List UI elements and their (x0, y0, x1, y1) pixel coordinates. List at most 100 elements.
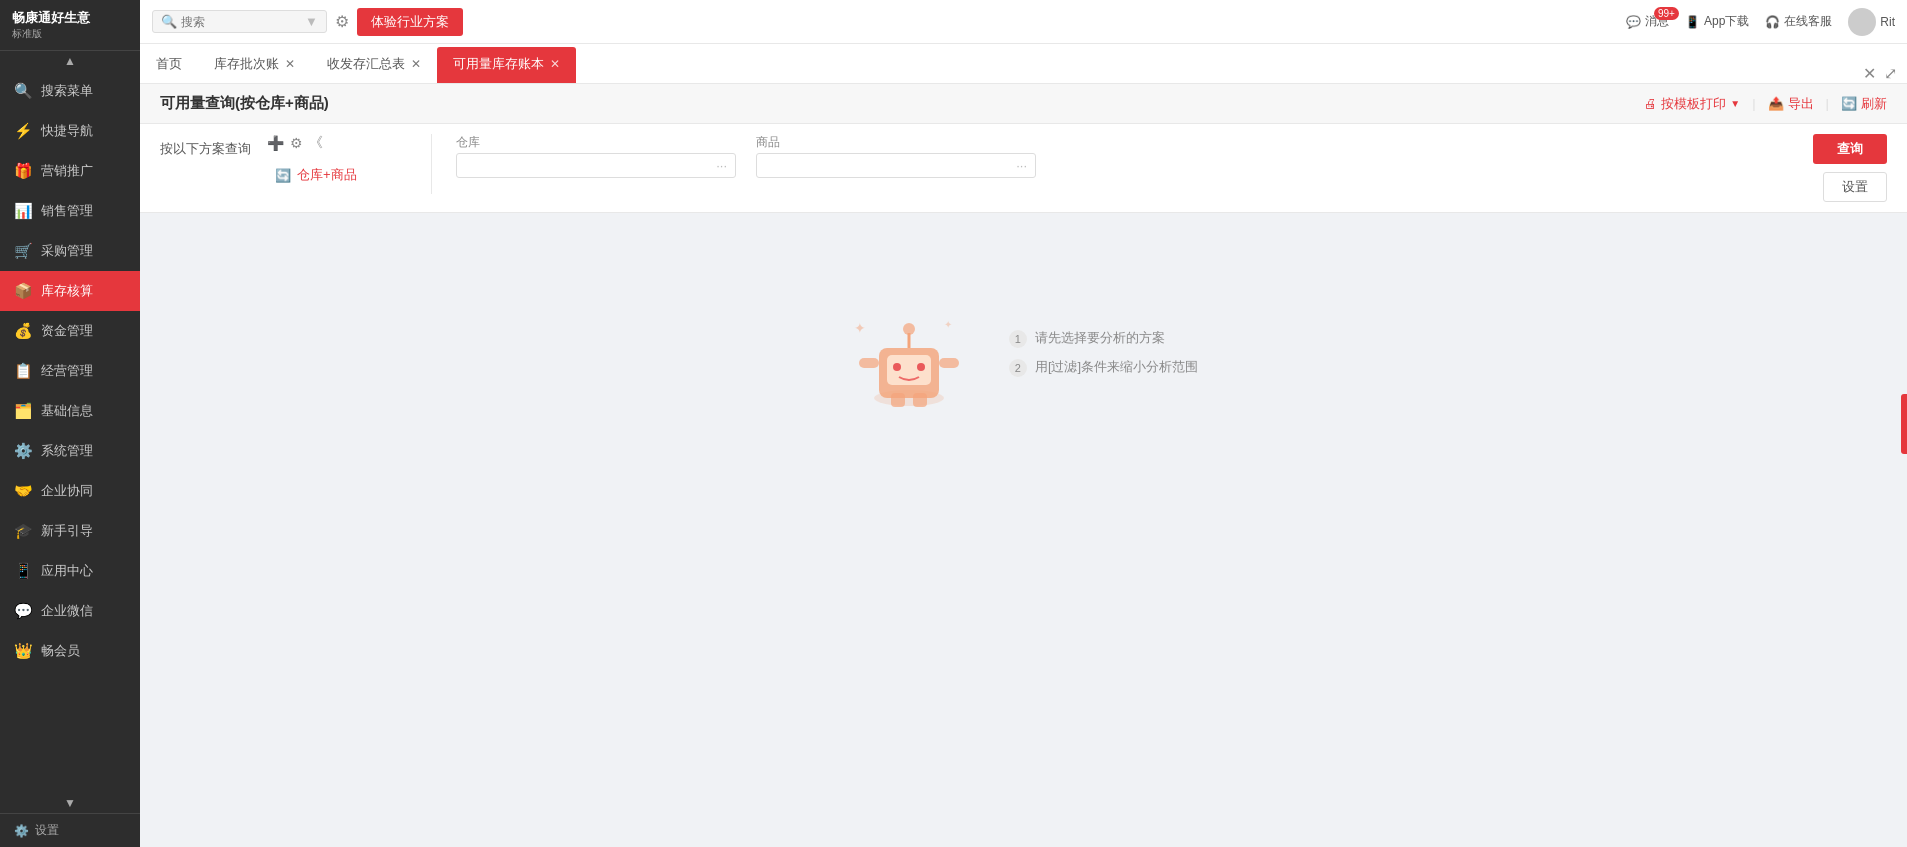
svg-text:✦: ✦ (944, 319, 952, 330)
page-actions: 🖨 按模板打印 ▼ | 📤 导出 | 🔄 刷新 (1644, 95, 1887, 113)
app-icon: 📱 (1685, 15, 1700, 29)
scheme-settings-button[interactable]: ⚙ (290, 135, 303, 151)
sidebar-item-label: 经营管理 (41, 362, 93, 380)
scheme-item-warehouse-product[interactable]: 🔄 仓库+商品 (267, 160, 407, 190)
filter-right-buttons: 查询 设置 (1813, 134, 1887, 202)
message-button[interactable]: 💬 消息 99+ (1626, 13, 1669, 30)
close-tab-button[interactable]: ✕ (1863, 64, 1876, 83)
sidebar-item-label: 库存核算 (41, 282, 93, 300)
export-button[interactable]: 📤 导出 (1768, 95, 1814, 113)
warehouse-input[interactable] (465, 158, 708, 173)
sidebar-item-operation[interactable]: 📋 经营管理 (0, 351, 140, 391)
online-service-button[interactable]: 🎧 在线客服 (1765, 13, 1832, 30)
sidebar-item-enterprise[interactable]: 🤝企业协同 (0, 471, 140, 511)
filter-scheme-panel: ➕ ⚙ 《 🔄 仓库+商品 (267, 134, 407, 190)
refresh-button[interactable]: 🔄 刷新 (1841, 95, 1887, 113)
sidebar-item-label: 基础信息 (41, 402, 93, 420)
scheme-icon: 🔄 (275, 168, 291, 183)
tab-close-batch[interactable]: ✕ (285, 57, 295, 71)
tab-available[interactable]: 可用量库存账本 ✕ (437, 47, 576, 83)
scheme-item-label: 仓库+商品 (297, 166, 357, 184)
app-logo: 畅康通好生意 标准版 (0, 0, 140, 51)
settings-icon: ⚙️ (14, 824, 29, 838)
sidebar-item-shortcut[interactable]: ⚡快捷导航 (0, 111, 140, 151)
svg-text:✦: ✦ (854, 320, 866, 336)
sidebar-item-purchase[interactable]: 🛒 采购管理 (0, 231, 140, 271)
tip-number-2: 2 (1009, 359, 1027, 377)
sidebar-item-guide[interactable]: 🎓 新手引导 (0, 511, 140, 551)
tabbar: 首页库存批次账✕ 收发存汇总表 ✕ 可用量库存账本 ✕ ✕ ⤢ (140, 44, 1907, 84)
wechat-icon: 💬 (14, 602, 33, 620)
svg-rect-10 (913, 393, 927, 407)
sidebar-item-finance[interactable]: 💰资金管理 (0, 311, 140, 351)
tab-label-available: 可用量库存账本 (453, 55, 544, 73)
svg-point-4 (917, 363, 925, 371)
expand-tab-button[interactable]: ⤢ (1884, 64, 1897, 83)
tip-item-2: 2 用[过滤]条件来缩小分析范围 (1009, 358, 1198, 377)
add-scheme-button[interactable]: ➕ (267, 135, 284, 151)
sidebar-item-label: 应用中心 (41, 562, 93, 580)
tabbar-right-controls: ✕ ⤢ (1863, 64, 1907, 83)
scheme-actions: ➕ ⚙ 《 (267, 134, 407, 152)
tab-summary[interactable]: 收发存汇总表 ✕ (311, 47, 437, 83)
tip-text-1: 请先选择要分析的方案 (1035, 329, 1165, 347)
sidebar-item-label: 畅会员 (41, 642, 80, 660)
sidebar-item-member[interactable]: 👑畅会员 (0, 631, 140, 671)
sidebar-item-appstore[interactable]: 📱 应用中心 (0, 551, 140, 591)
page-title: 可用量查询(按仓库+商品) (160, 94, 329, 113)
sidebar-scroll-up[interactable]: ▲ (0, 51, 140, 71)
finance-icon: 💰 (14, 322, 33, 340)
service-icon: 🎧 (1765, 15, 1780, 29)
topbar-search-box[interactable]: 🔍 ▼ (152, 10, 327, 33)
svg-point-6 (903, 323, 915, 335)
sidebar-item-search[interactable]: 🔍搜索菜单 (0, 71, 140, 111)
operation-icon: 📋 (14, 362, 33, 380)
column-settings-button[interactable]: 设置 (1823, 172, 1887, 202)
sidebar-item-label: 销售管理 (41, 202, 93, 220)
sidebar-item-marketing[interactable]: 🎁营销推广 (0, 151, 140, 191)
sidebar-item-wechat[interactable]: 💬企业微信 (0, 591, 140, 631)
sidebar-item-label: 采购管理 (41, 242, 93, 260)
sidebar-item-label: 搜索菜单 (41, 82, 93, 100)
sidebar-nav: 🔍搜索菜单⚡快捷导航🎁营销推广📊销售管理 🛒 采购管理 📦 库存核算 💰资金管理 📋 经营管理… (0, 71, 140, 793)
warehouse-input-box[interactable]: ··· (456, 153, 736, 178)
empty-tips: 1 请先选择要分析的方案 2 用[过滤]条件来缩小分析范围 (1009, 329, 1198, 377)
sidebar-bottom-settings[interactable]: ⚙️ 设置 (0, 813, 140, 847)
user-avatar-button[interactable]: Rit (1848, 8, 1895, 36)
sidebar-item-inventory[interactable]: 📦 库存核算 (0, 271, 140, 311)
collapse-scheme-button[interactable]: 《 (309, 134, 323, 152)
guide-icon: 🎓 (14, 522, 33, 540)
sidebar-scroll-down[interactable]: ▼ (0, 793, 140, 813)
app-download-button[interactable]: 📱 App下载 (1685, 13, 1749, 30)
product-input-box[interactable]: ··· (756, 153, 1036, 178)
purchase-icon: 🛒 (14, 242, 33, 260)
sidebar-item-sales[interactable]: 📊销售管理 (0, 191, 140, 231)
product-dots-button[interactable]: ··· (1016, 158, 1027, 173)
gear-icon[interactable]: ⚙ (335, 12, 349, 31)
svg-rect-8 (939, 358, 959, 368)
search-input[interactable] (181, 15, 301, 29)
warehouse-dots-button[interactable]: ··· (716, 158, 727, 173)
sidebar-item-system[interactable]: ⚙️系统管理 (0, 431, 140, 471)
message-badge: 99+ (1654, 7, 1679, 20)
print-button[interactable]: 🖨 按模板打印 ▼ (1644, 95, 1740, 113)
empty-illustration: ✦ ✦ (849, 293, 969, 413)
product-input[interactable] (765, 158, 1008, 173)
inventory-icon: 📦 (14, 282, 33, 300)
trial-button[interactable]: 体验行业方案 (357, 8, 463, 36)
sidebar-item-basic[interactable]: 🗂️基础信息 (0, 391, 140, 431)
tab-batch[interactable]: 库存批次账✕ (198, 47, 311, 83)
query-button[interactable]: 查询 (1813, 134, 1887, 164)
system-icon: ⚙️ (14, 442, 33, 460)
tab-label-summary: 收发存汇总表 (327, 55, 405, 73)
tab-close-available[interactable]: ✕ (550, 57, 560, 71)
avatar (1848, 8, 1876, 36)
sidebar: 畅康通好生意 标准版 ▲ 🔍搜索菜单⚡快捷导航🎁营销推广📊销售管理 🛒 采购管理 📦 库… (0, 0, 140, 847)
marketing-icon: 🎁 (14, 162, 33, 180)
tab-close-summary[interactable]: ✕ (411, 57, 421, 71)
svg-point-3 (893, 363, 901, 371)
tab-home[interactable]: 首页 (140, 47, 198, 83)
sidebar-item-label: 新手引导 (41, 522, 93, 540)
appstore-icon: 📱 (14, 562, 33, 580)
svg-rect-9 (891, 393, 905, 407)
